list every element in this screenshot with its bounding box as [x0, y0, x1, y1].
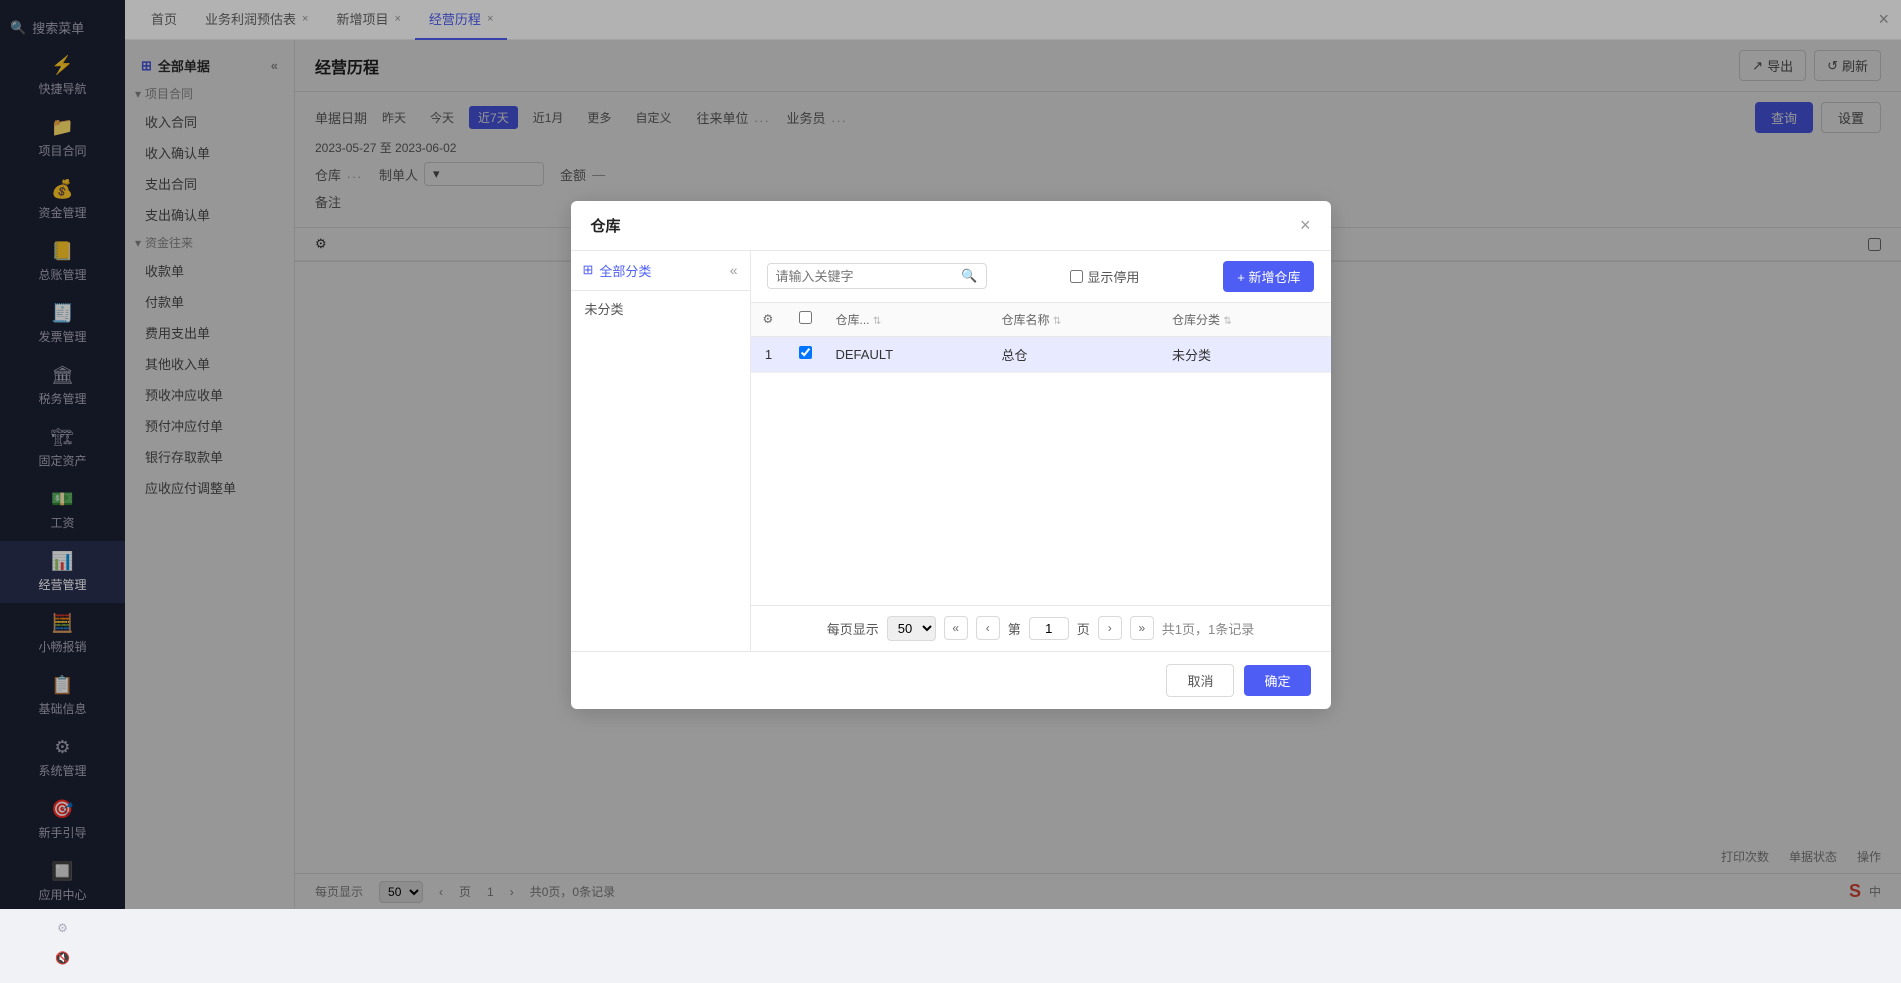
page-size-label: 每页显示 — [827, 619, 879, 638]
cancel-button[interactable]: 取消 — [1166, 664, 1234, 697]
next-page-btn[interactable]: › — [1098, 616, 1122, 640]
settings-bottom-btn[interactable]: ⚙ — [0, 913, 125, 943]
last-page-btn[interactable]: » — [1130, 616, 1154, 640]
sort-category-icon[interactable]: ⇅ — [1223, 316, 1231, 327]
modal-body: ⊞ 全部分类 « 未分类 🔍 — [571, 251, 1331, 651]
category-item-unclassified[interactable]: 未分类 — [571, 291, 750, 326]
page-prefix: 第 — [1008, 619, 1021, 638]
category-list: 未分类 — [571, 291, 750, 651]
modal-table-body: 1 DEFAULT 总仓 未分类 — [751, 336, 1331, 372]
show-disabled-text: 显示停用 — [1087, 267, 1139, 286]
search-box: 🔍 — [767, 263, 987, 289]
warehouse-modal: 仓库 × ⊞ 全部分类 « 未分类 — [571, 201, 1331, 709]
th-category: 仓库分类 ⇅ — [1160, 303, 1331, 337]
table-panel: 🔍 显示停用 + 新增仓库 ⚙ — [751, 251, 1331, 651]
add-warehouse-button[interactable]: + 新增仓库 — [1223, 261, 1314, 292]
category-header: ⊞ 全部分类 « — [571, 251, 750, 291]
search-icon-btn[interactable]: 🔍 — [961, 268, 977, 284]
show-disabled-checkbox[interactable] — [1070, 270, 1083, 283]
category-all-btn[interactable]: ⊞ 全部分类 — [583, 261, 652, 280]
grid-icon-category: ⊞ — [583, 262, 594, 278]
modal-table-header-row: ⚙ 仓库... ⇅ 仓库名称 ⇅ — [751, 303, 1331, 337]
category-all-label: 全部分类 — [599, 261, 651, 280]
search-input[interactable] — [776, 269, 958, 284]
modal-table-container: ⚙ 仓库... ⇅ 仓库名称 ⇅ — [751, 303, 1331, 605]
row-checkbox[interactable] — [799, 346, 812, 359]
modal-data-table: ⚙ 仓库... ⇅ 仓库名称 ⇅ — [751, 303, 1331, 373]
modal-footer: 取消 确定 — [571, 651, 1331, 709]
sound-btn[interactable]: 🔇 — [0, 943, 125, 973]
row-name: 总仓 — [990, 336, 1160, 372]
modal-overlay: 仓库 × ⊞ 全部分类 « 未分类 — [0, 0, 1901, 909]
th-gear: ⚙ — [751, 303, 787, 337]
th-name-label: 仓库名称 — [1002, 313, 1050, 327]
page-number-input[interactable] — [1029, 617, 1069, 640]
th-category-label: 仓库分类 — [1172, 313, 1220, 327]
total-info: 共1页，1条记录 — [1162, 619, 1254, 638]
sound-icon: 🔇 — [55, 951, 70, 965]
settings-bottom-icon: ⚙ — [57, 921, 68, 935]
page-suffix: 页 — [1077, 619, 1090, 638]
row-check[interactable] — [787, 336, 824, 372]
sort-code-icon[interactable]: ⇅ — [873, 316, 881, 327]
sidebar-bottom: ⚙ 🔇 — [0, 913, 125, 983]
th-code: 仓库... ⇅ — [824, 303, 990, 337]
category-item-unclassified-label: 未分类 — [585, 302, 624, 317]
modal-title: 仓库 — [591, 215, 621, 236]
prev-page-btn[interactable]: ‹ — [976, 616, 1000, 640]
show-disabled-label[interactable]: 显示停用 — [1070, 267, 1139, 286]
th-name: 仓库名称 ⇅ — [990, 303, 1160, 337]
row-code: DEFAULT — [824, 336, 990, 372]
modal-pagination: 每页显示 50 « ‹ 第 页 › » 共1页，1条记录 — [751, 605, 1331, 651]
row-gear: 1 — [751, 336, 787, 372]
modal-table-toolbar: 🔍 显示停用 + 新增仓库 — [751, 251, 1331, 303]
category-panel: ⊞ 全部分类 « 未分类 — [571, 251, 751, 651]
modal-close-button[interactable]: × — [1300, 215, 1311, 236]
table-row[interactable]: 1 DEFAULT 总仓 未分类 — [751, 336, 1331, 372]
confirm-button[interactable]: 确定 — [1244, 665, 1310, 696]
modal-header: 仓库 × — [571, 201, 1331, 251]
row-category: 未分类 — [1160, 336, 1331, 372]
sort-name-icon[interactable]: ⇅ — [1053, 316, 1061, 327]
table-select-all[interactable] — [799, 311, 812, 324]
th-code-label: 仓库... — [836, 313, 870, 327]
page-size-select[interactable]: 50 — [887, 616, 936, 641]
modal-table-head: ⚙ 仓库... ⇅ 仓库名称 ⇅ — [751, 303, 1331, 337]
first-page-btn[interactable]: « — [944, 616, 968, 640]
category-collapse-btn[interactable]: « — [730, 262, 738, 278]
th-check — [787, 303, 824, 337]
